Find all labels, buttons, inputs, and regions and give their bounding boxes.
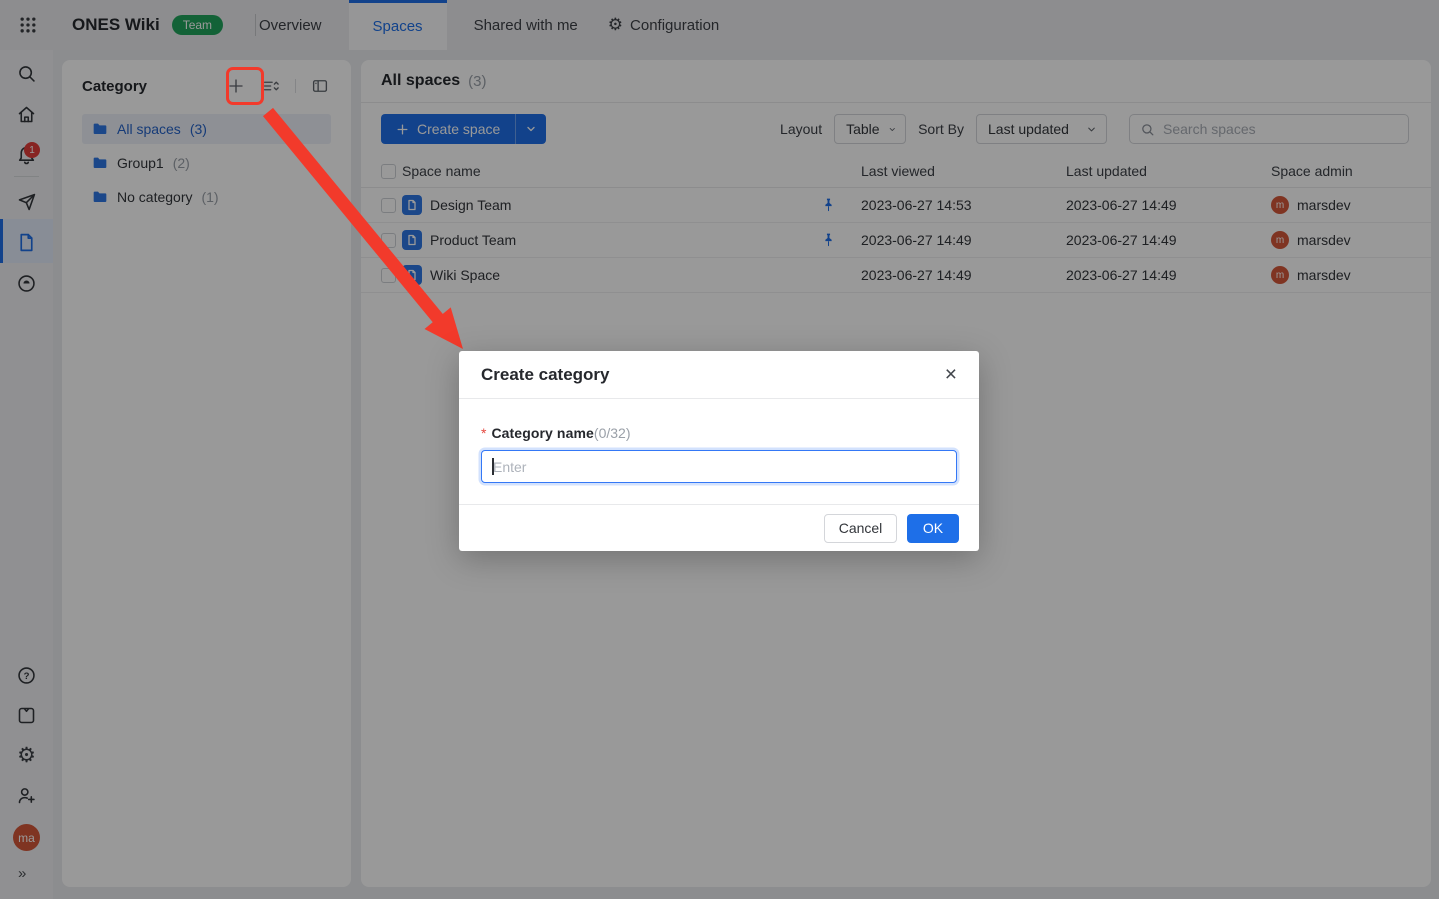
required-mark: *: [481, 425, 487, 441]
category-name-input[interactable]: [481, 450, 957, 483]
annotation-highlight-box: [226, 67, 264, 105]
text-caret: [492, 458, 494, 475]
character-counter: (0/32): [593, 425, 631, 441]
modal-body: * Category name (0/32): [459, 399, 979, 483]
category-name-label: Category name: [491, 425, 594, 441]
field-label-row: * Category name (0/32): [481, 425, 957, 441]
modal-title: Create category: [481, 364, 610, 384]
modal-footer: Cancel OK: [459, 504, 979, 551]
ok-button[interactable]: OK: [907, 513, 959, 543]
create-category-modal: Create category × * Category name (0/32)…: [459, 351, 979, 551]
page: ONES Wiki Team Overview Spaces Shared wi…: [0, 0, 1439, 899]
close-icon[interactable]: ×: [945, 364, 957, 385]
cancel-button[interactable]: Cancel: [824, 513, 897, 543]
modal-header: Create category ×: [459, 351, 979, 399]
